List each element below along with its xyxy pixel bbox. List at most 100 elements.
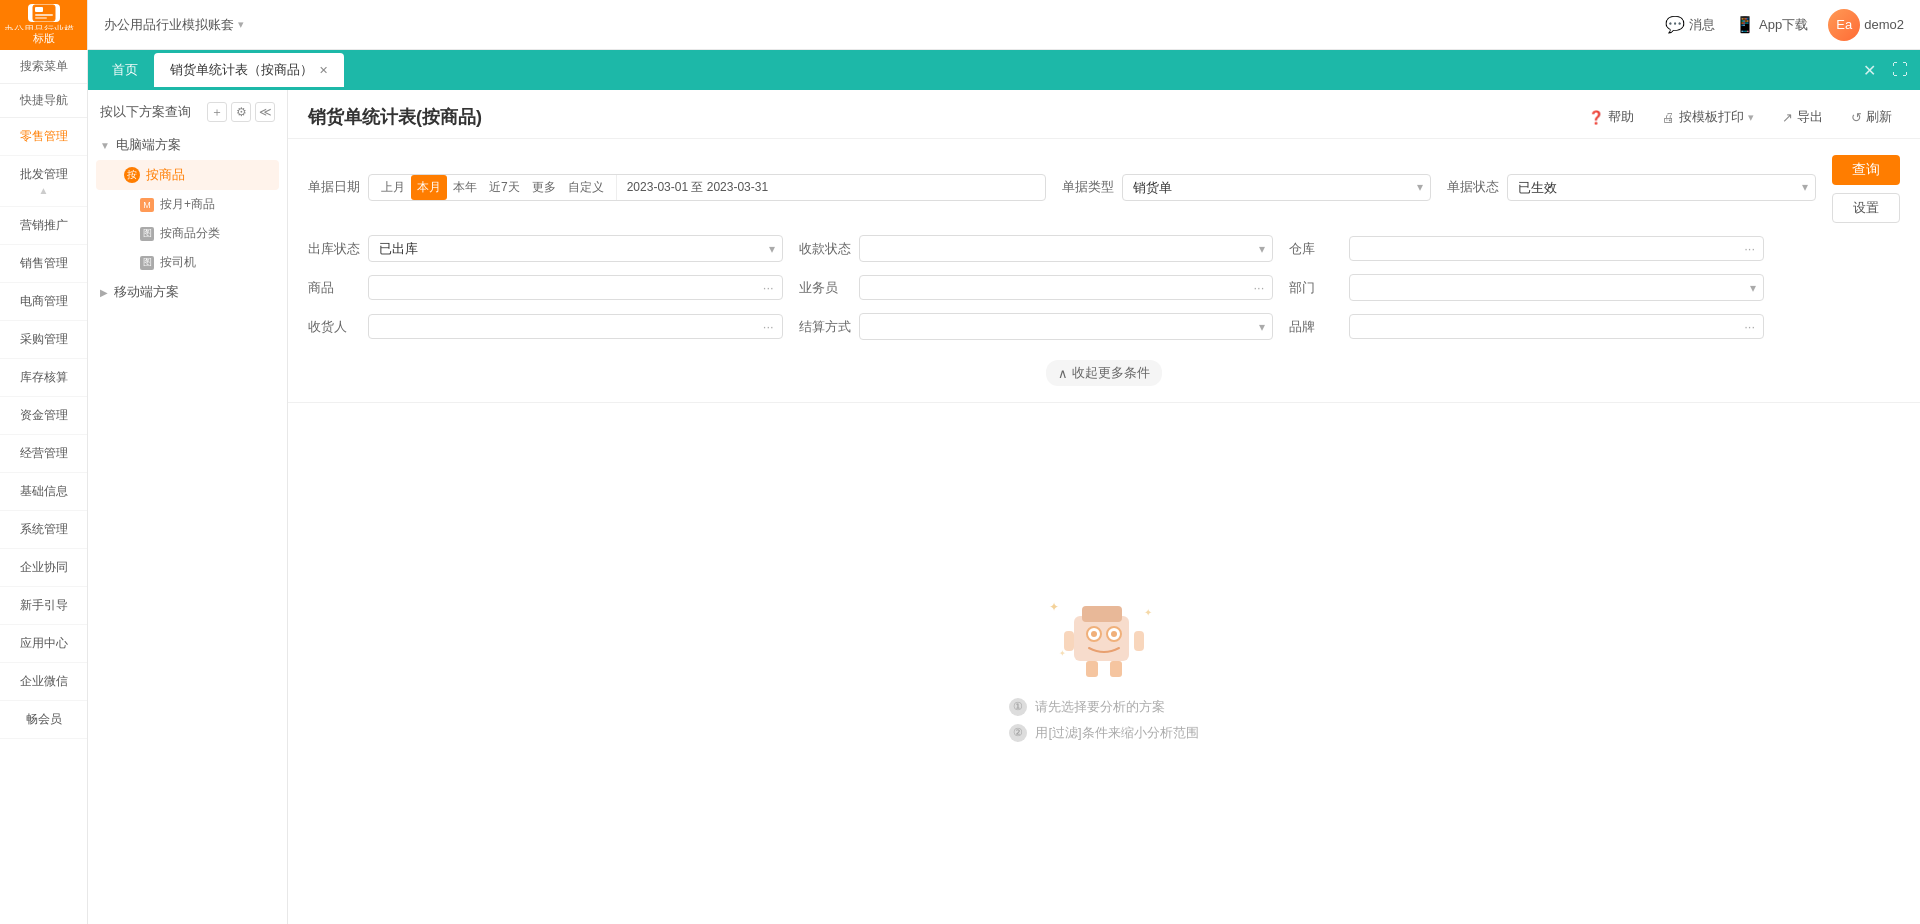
top-header: 办公用品行业模拟账套 ▾ 💬 消息 📱 App下载 Ea demo2	[88, 0, 1920, 50]
svg-point-9	[1111, 631, 1117, 637]
sidebar-item-sales[interactable]: 销售管理	[0, 245, 87, 283]
sidebar-item-enterprise[interactable]: 企业协同	[0, 549, 87, 587]
sub-driver-icon: 图	[140, 256, 154, 270]
warehouse-label: 仓库	[1289, 240, 1341, 258]
sidebar-item-wechat[interactable]: 企业微信	[0, 663, 87, 701]
tab-close-all-icon[interactable]: ✕	[1859, 57, 1880, 84]
page-header: 销货单统计表(按商品) ❓ 帮助 🖨 按模板打印 ▾ ↗ 导出	[288, 90, 1920, 139]
settings-scheme-icon[interactable]: ⚙	[231, 102, 251, 122]
hint-text-2: 用[过滤]条件来缩小分析范围	[1035, 724, 1198, 742]
settings-btn[interactable]: 设置	[1832, 193, 1900, 223]
date-tab-custom[interactable]: 自定义	[562, 175, 610, 200]
brand-ellipsis[interactable]: ···	[1744, 319, 1755, 334]
user-profile[interactable]: Ea demo2	[1828, 9, 1904, 41]
export-btn[interactable]: ↗ 导出	[1774, 104, 1831, 130]
refresh-icon: ↺	[1851, 110, 1862, 125]
date-tab-more[interactable]: 更多	[526, 175, 562, 200]
sub-month-label: 按月+商品	[160, 196, 215, 213]
tab-sales-stats[interactable]: 销货单统计表（按商品） ✕	[154, 53, 344, 87]
workspace-selector[interactable]: 办公用品行业模拟账套 ▾	[104, 16, 244, 34]
date-tab-this-year[interactable]: 本年	[447, 175, 483, 200]
sidebar-item-ecommerce[interactable]: 电商管理	[0, 283, 87, 321]
filter-row-1: 单据日期 上月 本月 本年 近7天 更多 自定义 2023-03-01 至 20…	[308, 151, 1900, 223]
sidebar-item-system[interactable]: 系统管理	[0, 511, 87, 549]
sidebar-item-procurement[interactable]: 采购管理	[0, 321, 87, 359]
sidebar-item-retail[interactable]: 零售管理	[0, 118, 87, 156]
app-download-label: App下载	[1759, 16, 1808, 34]
filter-department-item: 部门	[1289, 274, 1764, 301]
sidebar-item-finance[interactable]: 资金管理	[0, 397, 87, 435]
recipient-label: 收货人	[308, 318, 360, 336]
sidebar-item-wholesale[interactable]: 批发管理 ▲	[0, 156, 87, 207]
doc-status-select[interactable]: 已生效	[1507, 174, 1816, 201]
search-menu[interactable]: 搜索菜单	[0, 50, 87, 84]
department-select[interactable]	[1349, 274, 1764, 301]
wechat-label: 企业微信	[20, 673, 68, 690]
filter-panel-left: 按以下方案查询 ＋ ⚙ ≪ ▼ 电脑端方案 按 按商品 M 按月	[88, 90, 288, 924]
svg-rect-12	[1086, 661, 1098, 677]
warehouse-ellipsis[interactable]: ···	[1744, 241, 1755, 256]
tab-home[interactable]: 首页	[96, 53, 154, 87]
salesperson-ellipsis[interactable]: ···	[1254, 280, 1265, 295]
help-btn[interactable]: ❓ 帮助	[1580, 104, 1642, 130]
stock-status-label: 出库状态	[308, 240, 360, 258]
stock-status-select[interactable]: 已出库	[368, 235, 783, 262]
app-download-btn[interactable]: 📱 App下载	[1735, 15, 1808, 34]
recipient-ellipsis[interactable]: ···	[763, 319, 774, 334]
expand-icon: ▲	[39, 185, 49, 196]
quicknav[interactable]: 快捷导航	[0, 84, 87, 118]
query-btn[interactable]: 查询	[1832, 155, 1900, 185]
sidebar-item-newbie[interactable]: 新手引导	[0, 587, 87, 625]
sidebar-item-apps[interactable]: 应用中心	[0, 625, 87, 663]
hint-text-1: 请先选择要分析的方案	[1035, 698, 1165, 716]
tab-maximize-icon[interactable]: ⛶	[1888, 57, 1912, 83]
messages-btn[interactable]: 💬 消息	[1665, 15, 1715, 34]
content-area: 按以下方案查询 ＋ ⚙ ≪ ▼ 电脑端方案 按 按商品 M 按月	[88, 90, 1920, 924]
filter-doc-status-item: 单据状态 已生效	[1447, 174, 1816, 201]
print-btn[interactable]: 🖨 按模板打印 ▾	[1654, 104, 1762, 130]
empty-illustration: ✦ ✦ ✦	[1044, 586, 1164, 686]
sidebar-item-operations[interactable]: 经营管理	[0, 435, 87, 473]
doc-type-select[interactable]: 销货单	[1122, 174, 1431, 201]
scheme-parent-desktop[interactable]: ▼ 电脑端方案	[96, 130, 279, 160]
scheme-sub-by-month[interactable]: M 按月+商品	[96, 190, 279, 219]
sales-label: 销售管理	[20, 255, 68, 272]
inventory-label: 库存核算	[20, 369, 68, 386]
settlement-label: 结算方式	[799, 318, 851, 336]
date-tabs: 上月 本月 本年 近7天 更多 自定义	[369, 175, 617, 200]
tab-close-icon[interactable]: ✕	[319, 64, 328, 77]
newbie-label: 新手引导	[20, 597, 68, 614]
scheme-sub-by-category[interactable]: 图 按商品分类	[96, 219, 279, 248]
empty-hint-2: ② 用[过滤]条件来缩小分析范围	[1009, 724, 1198, 742]
sidebar-item-basics[interactable]: 基础信息	[0, 473, 87, 511]
collapse-panel-icon[interactable]: ≪	[255, 102, 275, 122]
sidebar-item-inventory[interactable]: 库存核算	[0, 359, 87, 397]
app-logo: 办公用品行业模拟账套 标版	[0, 0, 87, 50]
export-icon: ↗	[1782, 110, 1793, 125]
refresh-btn[interactable]: ↺ 刷新	[1843, 104, 1900, 130]
membership-label: 畅会员	[26, 711, 62, 728]
apps-label: 应用中心	[20, 635, 68, 652]
settlement-select[interactable]	[859, 313, 1274, 340]
collapse-btn[interactable]: ∧ 收起更多条件	[1046, 360, 1162, 386]
date-tab-this-month[interactable]: 本月	[411, 175, 447, 200]
payment-status-select[interactable]	[859, 235, 1274, 262]
scheme-child-by-goods[interactable]: 按 按商品	[96, 160, 279, 190]
print-dropdown-icon: ▾	[1748, 111, 1754, 124]
sidebar-item-membership[interactable]: 畅会员	[0, 701, 87, 739]
goods-ellipsis[interactable]: ···	[763, 280, 774, 295]
filter-row-2: 出库状态 已出库 收款状态	[308, 235, 1900, 262]
date-tab-7days[interactable]: 近7天	[483, 175, 526, 200]
filter-recipient-item: 收货人 ···	[308, 314, 783, 339]
scheme-sub-by-driver[interactable]: 图 按司机	[96, 248, 279, 277]
app-tagline: 标版	[33, 31, 55, 46]
date-tab-last-month[interactable]: 上月	[375, 175, 411, 200]
avatar: Ea	[1828, 9, 1860, 41]
empty-state: ✦ ✦ ✦ ① 请先选择要分析的方案 ② 用[过滤]条件来缩小分析范围	[288, 403, 1920, 924]
help-icon: ❓	[1588, 110, 1604, 125]
svg-text:✦: ✦	[1049, 600, 1059, 614]
scheme-parent-mobile[interactable]: ▶ 移动端方案	[96, 277, 279, 307]
add-scheme-icon[interactable]: ＋	[207, 102, 227, 122]
filter-doc-type-item: 单据类型 销货单	[1062, 174, 1431, 201]
sidebar-item-marketing[interactable]: 营销推广	[0, 207, 87, 245]
